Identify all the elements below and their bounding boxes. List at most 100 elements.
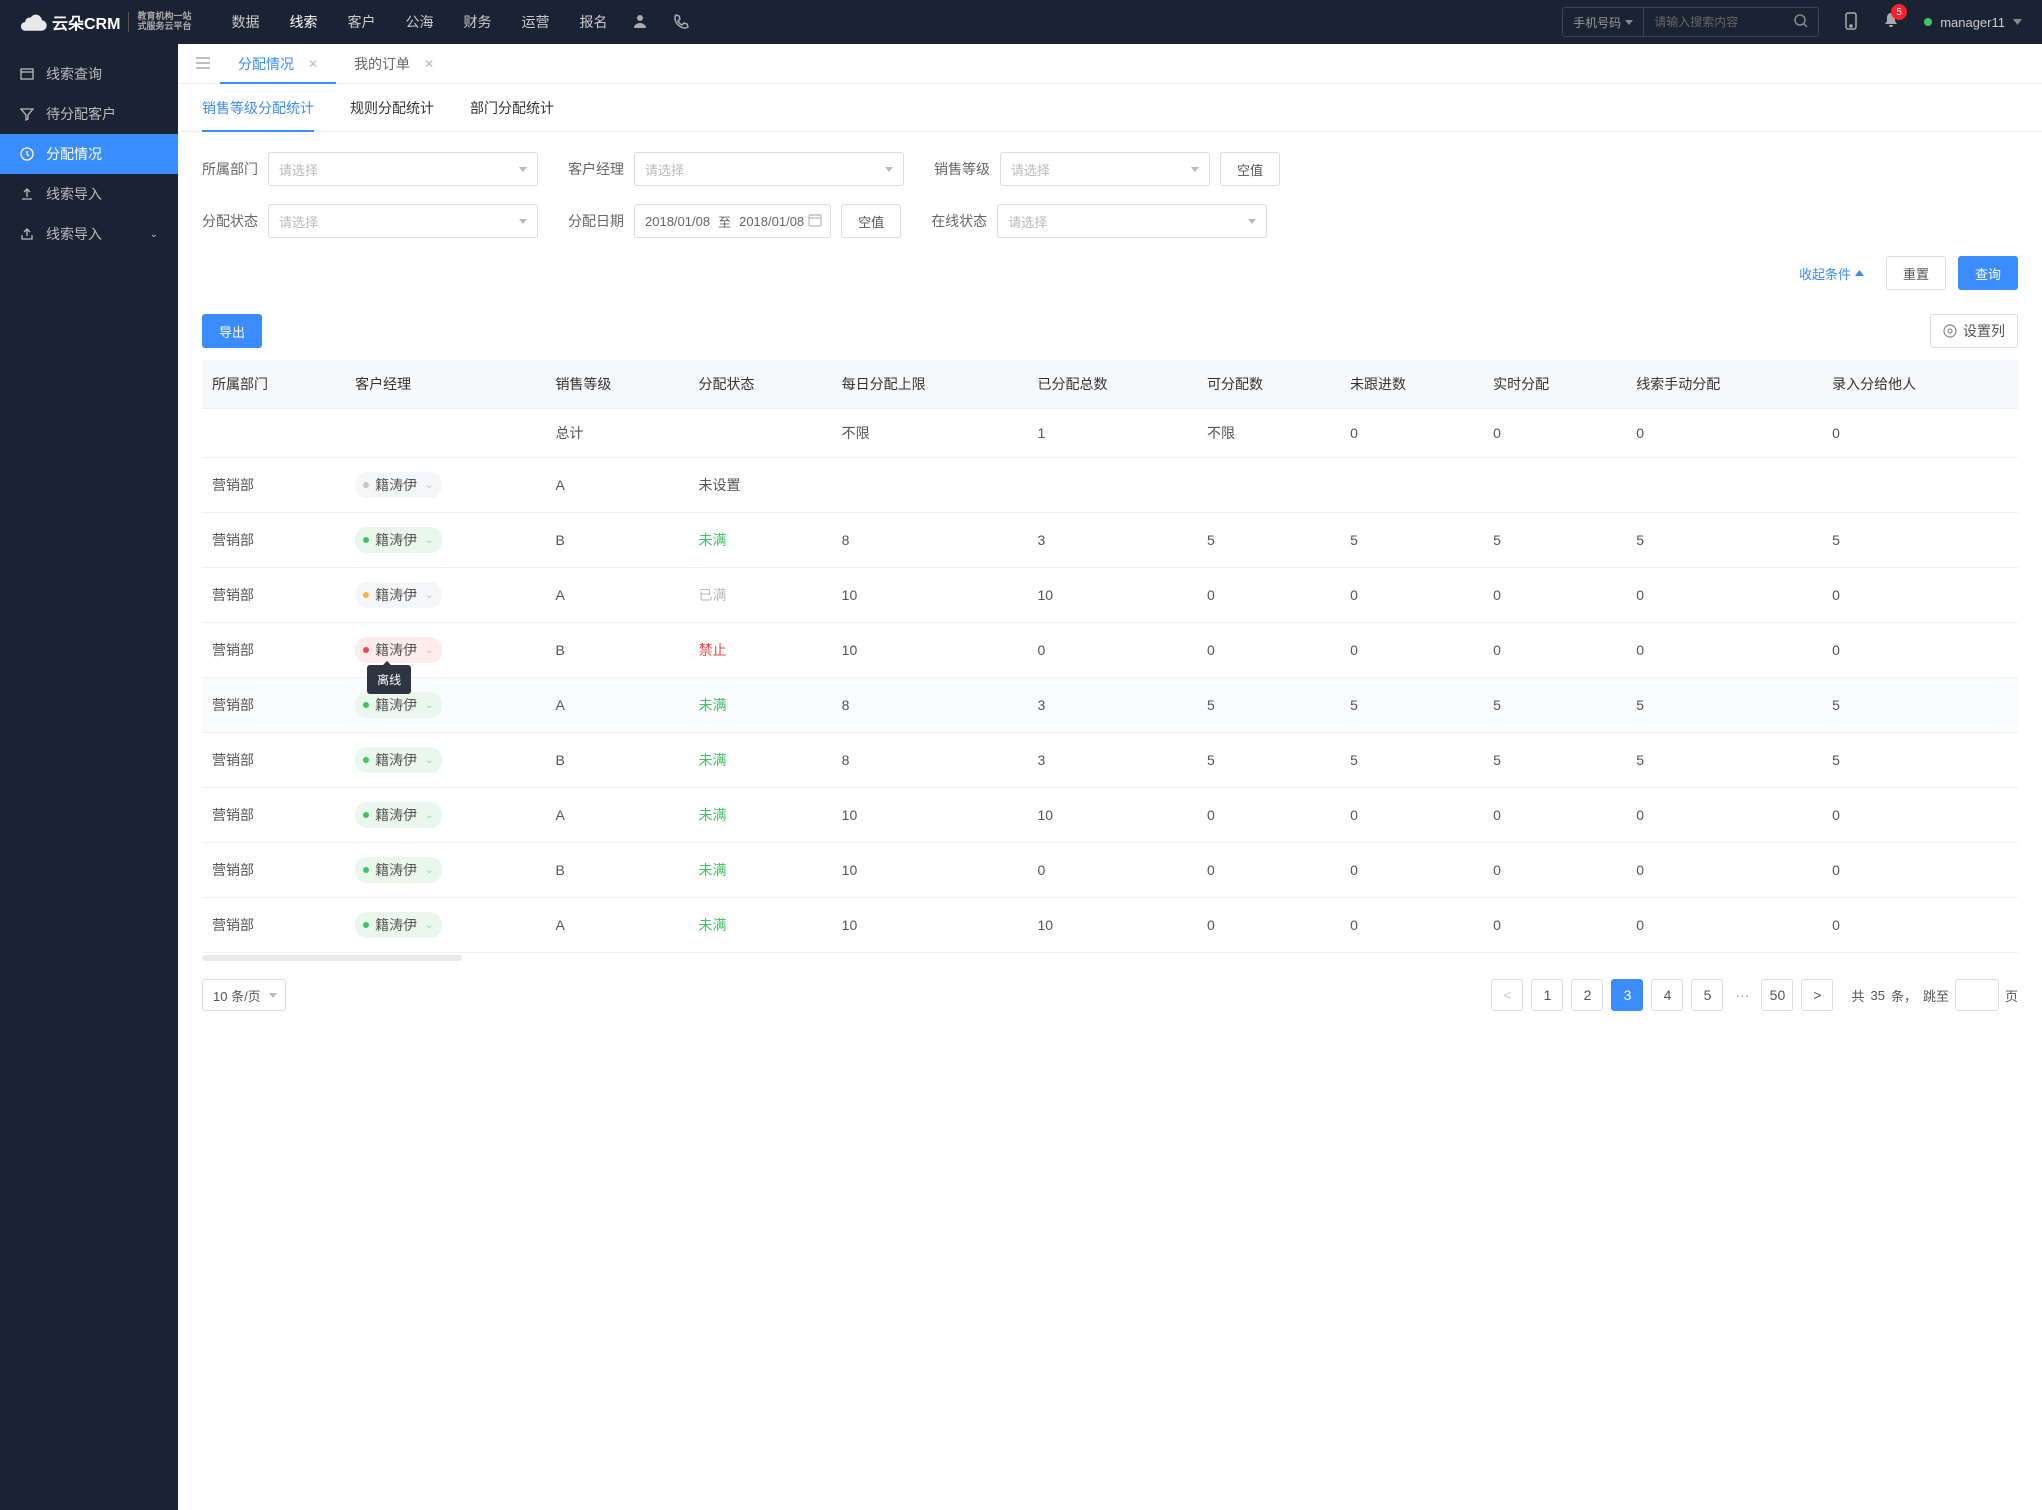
chevron-down-icon: ⌄ bbox=[425, 535, 433, 546]
filter-dept-label: 所属部门 bbox=[202, 159, 258, 179]
page-3[interactable]: 3 bbox=[1611, 979, 1643, 1011]
sidebar-item-分配情况[interactable]: 分配情况 bbox=[0, 134, 178, 174]
sidebar-item-线索导入[interactable]: 线索导入⌄ bbox=[0, 214, 178, 254]
col-分配状态: 分配状态 bbox=[689, 360, 832, 409]
subtab-销售等级分配统计[interactable]: 销售等级分配统计 bbox=[202, 84, 314, 132]
filter-status-select[interactable]: 请选择 bbox=[268, 204, 538, 238]
main: 分配情况✕我的订单✕ 销售等级分配统计规则分配统计部门分配统计 所属部门 请选择… bbox=[178, 44, 2042, 1510]
agent-pill[interactable]: 籍涛伊⌄ bbox=[355, 692, 441, 718]
chevron-down-icon: ⌄ bbox=[150, 229, 158, 240]
filter-manager-select[interactable]: 请选择 bbox=[634, 152, 904, 186]
col-录入分给他人: 录入分给他人 bbox=[1822, 360, 2018, 409]
topbar: 云朵CRM 教育机构一站 式服务云平台 数据线索客户公海财务运营报名 手机号码 … bbox=[0, 0, 2042, 44]
sidebar-item-线索查询[interactable]: 线索查询 bbox=[0, 54, 178, 94]
next-page-button[interactable]: > bbox=[1801, 979, 1833, 1011]
topmenu-财务[interactable]: 财务 bbox=[463, 12, 491, 32]
filter-level-empty-button[interactable]: 空值 bbox=[1220, 152, 1280, 186]
sub-tabs: 销售等级分配统计规则分配统计部门分配统计 bbox=[178, 84, 2042, 132]
filter-date-empty-button[interactable]: 空值 bbox=[841, 204, 901, 238]
status-dot bbox=[363, 867, 369, 873]
page-5[interactable]: 5 bbox=[1691, 979, 1723, 1011]
column-settings-button[interactable]: 设置列 bbox=[1930, 314, 2018, 348]
agent-pill[interactable]: 籍涛伊⌄ bbox=[355, 857, 441, 883]
subtab-规则分配统计[interactable]: 规则分配统计 bbox=[350, 84, 434, 132]
chevron-down-icon: ⌄ bbox=[425, 590, 433, 601]
topmenu-客户[interactable]: 客户 bbox=[347, 12, 375, 32]
sidebar-item-待分配客户[interactable]: 待分配客户 bbox=[0, 94, 178, 134]
filter-icon bbox=[20, 107, 34, 121]
filter-level-select[interactable]: 请选择 bbox=[1000, 152, 1210, 186]
top-right: 5 manager11 bbox=[1844, 12, 2022, 33]
pager-info: 共 35 条， 跳至 页 bbox=[1851, 979, 2018, 1011]
filter-date-range[interactable]: 2018/01/08 至 2018/01/08 bbox=[634, 204, 831, 238]
pager: <12345 ··· 50> bbox=[1491, 979, 1833, 1011]
col-每日分配上限: 每日分配上限 bbox=[832, 360, 1028, 409]
subtab-部门分配统计[interactable]: 部门分配统计 bbox=[470, 84, 554, 132]
export-button[interactable]: 导出 bbox=[202, 314, 262, 348]
prev-page-button[interactable]: < bbox=[1491, 979, 1523, 1011]
bell-icon[interactable]: 5 bbox=[1883, 12, 1899, 32]
filter-online-select[interactable]: 请选择 bbox=[997, 204, 1267, 238]
clock-icon bbox=[20, 147, 34, 161]
col-实时分配: 实时分配 bbox=[1483, 360, 1626, 409]
jump-page-input[interactable] bbox=[1955, 979, 1999, 1011]
search-icon[interactable] bbox=[1784, 14, 1818, 31]
filter-dept-select[interactable]: 请选择 bbox=[268, 152, 538, 186]
pagetab-分配情况[interactable]: 分配情况✕ bbox=[220, 44, 336, 84]
notification-badge: 5 bbox=[1891, 4, 1907, 20]
agent-pill[interactable]: 籍涛伊⌄离线 bbox=[355, 637, 441, 663]
user-menu[interactable]: manager11 bbox=[1924, 15, 2022, 30]
table-container: 所属部门客户经理销售等级分配状态每日分配上限已分配总数可分配数未跟进数实时分配线… bbox=[178, 360, 2042, 961]
topmenu-运营[interactable]: 运营 bbox=[521, 12, 549, 32]
mobile-icon[interactable] bbox=[1844, 12, 1858, 33]
agent-pill[interactable]: 籍涛伊⌄ bbox=[355, 912, 441, 938]
search-type-select[interactable]: 手机号码 bbox=[1563, 8, 1644, 36]
topmenu-报名[interactable]: 报名 bbox=[579, 12, 607, 32]
filter-manager-label: 客户经理 bbox=[568, 159, 624, 179]
col-销售等级: 销售等级 bbox=[545, 360, 688, 409]
pagetab-我的订单[interactable]: 我的订单✕ bbox=[336, 44, 452, 84]
topmenu-线索[interactable]: 线索 bbox=[289, 12, 317, 32]
agent-pill[interactable]: 籍涛伊⌄ bbox=[355, 527, 441, 553]
phone-icon[interactable] bbox=[673, 13, 689, 32]
page-1[interactable]: 1 bbox=[1531, 979, 1563, 1011]
status-dot bbox=[363, 647, 369, 653]
reset-button[interactable]: 重置 bbox=[1886, 256, 1946, 290]
topmenu-数据[interactable]: 数据 bbox=[231, 12, 259, 32]
close-icon[interactable]: ✕ bbox=[424, 57, 434, 71]
agent-pill[interactable]: 籍涛伊⌄ bbox=[355, 582, 441, 608]
filter-status-label: 分配状态 bbox=[202, 211, 258, 231]
topmenu-公海[interactable]: 公海 bbox=[405, 12, 433, 32]
agent-pill[interactable]: 籍涛伊⌄ bbox=[355, 747, 441, 773]
page-4[interactable]: 4 bbox=[1651, 979, 1683, 1011]
page-2[interactable]: 2 bbox=[1571, 979, 1603, 1011]
status-dot bbox=[363, 922, 369, 928]
upload-icon bbox=[20, 187, 34, 201]
brand-text: 云朵CRM bbox=[52, 10, 120, 34]
logo[interactable]: 云朵CRM 教育机构一站 式服务云平台 bbox=[20, 10, 191, 34]
page-size-select[interactable]: 10 条/页 bbox=[202, 979, 286, 1011]
collapse-filters-link[interactable]: 收起条件 bbox=[1799, 264, 1864, 283]
close-icon[interactable]: ✕ bbox=[308, 57, 318, 71]
page-last[interactable]: 50 bbox=[1761, 979, 1793, 1011]
agent-pill[interactable]: 籍涛伊⌄ bbox=[355, 802, 441, 828]
col-已分配总数: 已分配总数 bbox=[1027, 360, 1196, 409]
sidebar-item-线索导入[interactable]: 线索导入 bbox=[0, 174, 178, 214]
top-icons bbox=[632, 13, 689, 32]
status-dot bbox=[363, 592, 369, 598]
chevron-down-icon: ⌄ bbox=[425, 645, 433, 656]
menu-toggle-icon[interactable] bbox=[186, 56, 220, 72]
allocation-table: 所属部门客户经理销售等级分配状态每日分配上限已分配总数可分配数未跟进数实时分配线… bbox=[202, 360, 2018, 953]
agent-pill[interactable]: 籍涛伊⌄ bbox=[355, 472, 441, 498]
chevron-down-icon bbox=[2013, 19, 2022, 25]
table-row: 营销部籍涛伊⌄A未满8355555 bbox=[202, 678, 2018, 733]
page-ellipsis: ··· bbox=[1731, 987, 1753, 1003]
search-input[interactable] bbox=[1644, 15, 1784, 29]
user-icon[interactable] bbox=[632, 13, 648, 32]
table-row: 营销部籍涛伊⌄A未满101000000 bbox=[202, 788, 2018, 843]
table-row: 营销部籍涛伊⌄B未满8355555 bbox=[202, 733, 2018, 788]
table-row: 营销部籍涛伊⌄离线B禁止10000000 bbox=[202, 623, 2018, 678]
query-button[interactable]: 查询 bbox=[1958, 256, 2018, 290]
upload2-icon bbox=[20, 227, 34, 241]
cloud-icon bbox=[20, 11, 48, 33]
